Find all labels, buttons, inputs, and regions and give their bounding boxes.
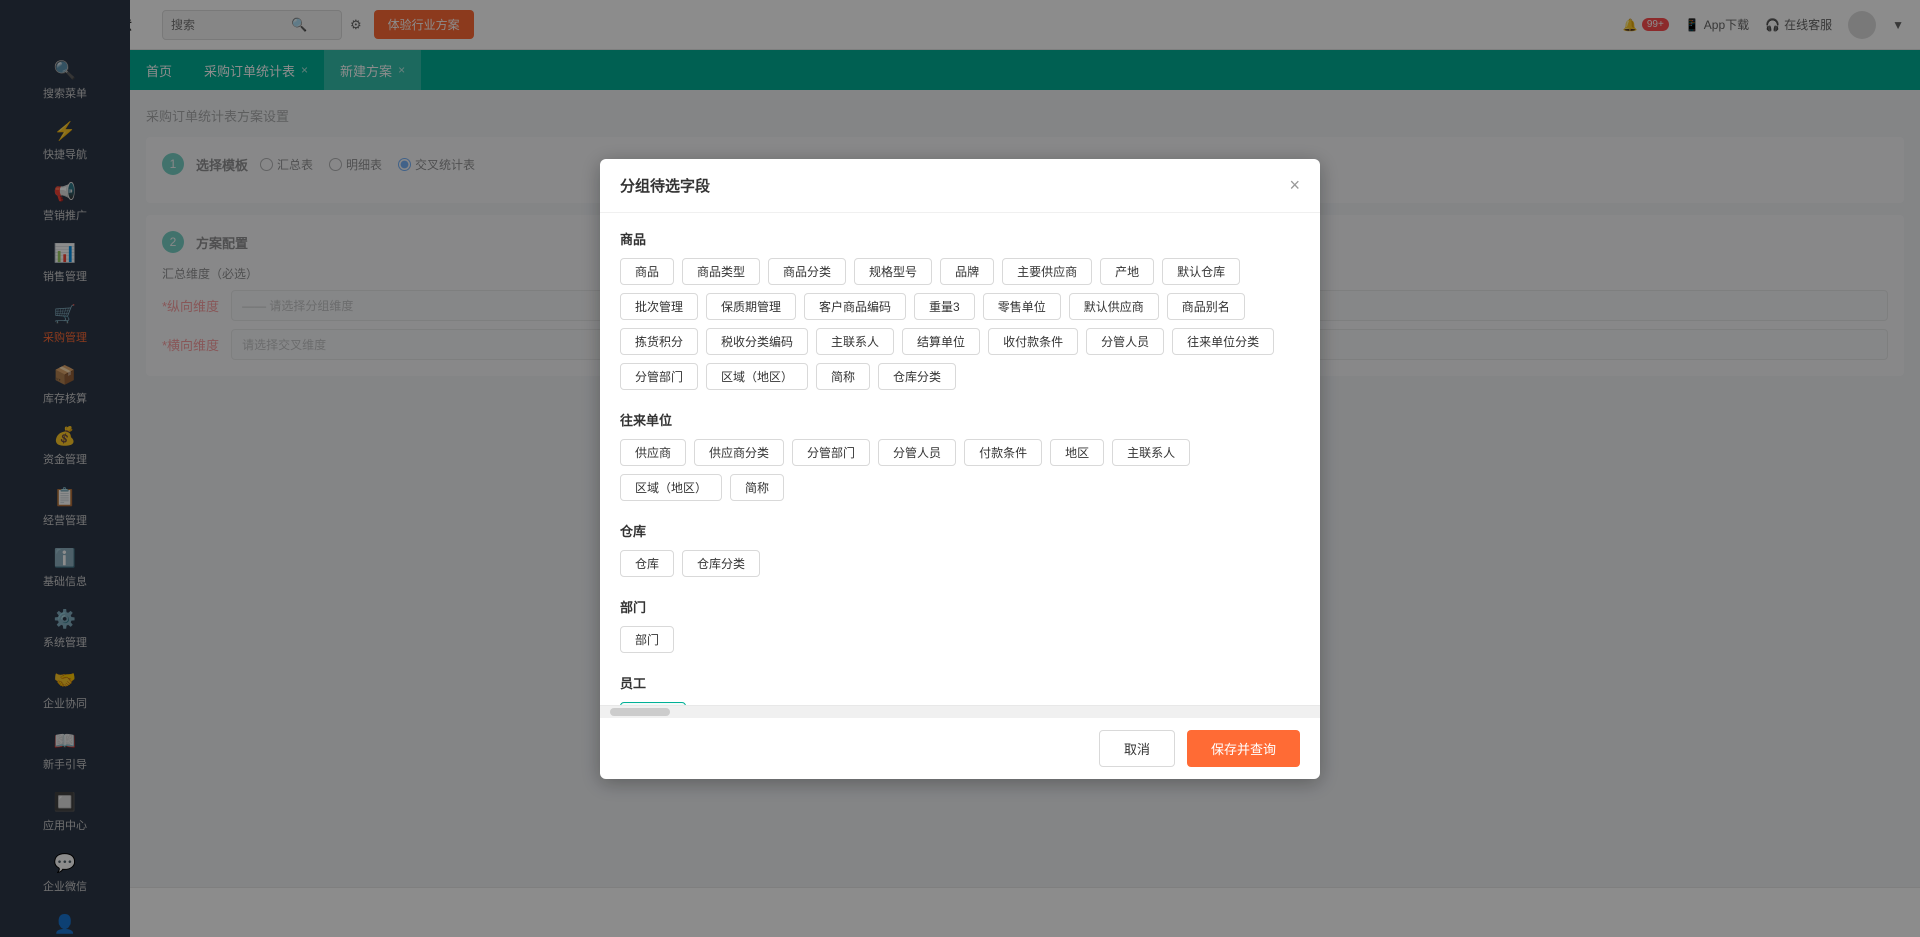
chip-product-5[interactable]: 主要供应商	[1002, 258, 1092, 285]
chip-product-0[interactable]: 商品	[620, 258, 674, 285]
chip-partner-0[interactable]: 供应商	[620, 439, 686, 466]
field-group-partner: 往来单位 供应商 供应商分类 分管部门 分管人员 付款条件 地区 主联系人 区域…	[620, 410, 1300, 501]
field-chips-department: 部门	[620, 626, 1300, 653]
chip-partner-7[interactable]: 区域（地区）	[620, 474, 722, 501]
modal-header: 分组待选字段 ×	[600, 159, 1320, 213]
chip-product-2[interactable]: 商品分类	[768, 258, 846, 285]
field-group-employee: 员工 业务员	[620, 673, 1300, 705]
field-chips-partner: 供应商 供应商分类 分管部门 分管人员 付款条件 地区 主联系人 区域（地区） …	[620, 439, 1300, 501]
field-chips-product: 商品 商品类型 商品分类 规格型号 品牌 主要供应商 产地 默认仓库 批次管理 …	[620, 258, 1300, 390]
field-group-product-title: 商品	[620, 229, 1300, 248]
modal-footer: 取消 保存并查询	[600, 717, 1320, 779]
modal-body: 商品 商品 商品类型 商品分类 规格型号 品牌 主要供应商 产地 默认仓库 批次…	[600, 213, 1320, 705]
chip-warehouse-1[interactable]: 仓库分类	[682, 550, 760, 577]
modal-close-button[interactable]: ×	[1289, 175, 1300, 196]
chip-product-22[interactable]: 分管部门	[620, 363, 698, 390]
chip-product-19[interactable]: 收付款条件	[988, 328, 1078, 355]
chip-product-14[interactable]: 商品别名	[1167, 293, 1245, 320]
chip-product-25[interactable]: 仓库分类	[878, 363, 956, 390]
modal-dialog: 分组待选字段 × 商品 商品 商品类型 商品分类 规格型号 品牌 主要供应商 产…	[600, 159, 1320, 779]
chip-partner-1[interactable]: 供应商分类	[694, 439, 784, 466]
chip-partner-5[interactable]: 地区	[1050, 439, 1104, 466]
chip-product-12[interactable]: 零售单位	[983, 293, 1061, 320]
chip-product-11[interactable]: 重量3	[914, 293, 975, 320]
field-chips-warehouse: 仓库 仓库分类	[620, 550, 1300, 577]
confirm-button[interactable]: 保存并查询	[1187, 730, 1300, 767]
chip-partner-6[interactable]: 主联系人	[1112, 439, 1190, 466]
chip-partner-8[interactable]: 简称	[730, 474, 784, 501]
chip-product-7[interactable]: 默认仓库	[1162, 258, 1240, 285]
chip-product-3[interactable]: 规格型号	[854, 258, 932, 285]
field-group-employee-title: 员工	[620, 673, 1300, 692]
chip-product-16[interactable]: 税收分类编码	[706, 328, 808, 355]
modal-title: 分组待选字段	[620, 175, 710, 196]
chip-warehouse-0[interactable]: 仓库	[620, 550, 674, 577]
chip-product-18[interactable]: 结算单位	[902, 328, 980, 355]
chip-product-4[interactable]: 品牌	[940, 258, 994, 285]
chip-department-0[interactable]: 部门	[620, 626, 674, 653]
chip-product-21[interactable]: 往来单位分类	[1172, 328, 1274, 355]
field-group-product: 商品 商品 商品类型 商品分类 规格型号 品牌 主要供应商 产地 默认仓库 批次…	[620, 229, 1300, 390]
chip-partner-2[interactable]: 分管部门	[792, 439, 870, 466]
chip-product-15[interactable]: 拣货积分	[620, 328, 698, 355]
chip-product-20[interactable]: 分管人员	[1086, 328, 1164, 355]
chip-product-17[interactable]: 主联系人	[816, 328, 894, 355]
chip-product-6[interactable]: 产地	[1100, 258, 1154, 285]
cancel-button[interactable]: 取消	[1099, 730, 1175, 767]
field-group-partner-title: 往来单位	[620, 410, 1300, 429]
field-group-warehouse: 仓库 仓库 仓库分类	[620, 521, 1300, 577]
modal-overlay[interactable]: 分组待选字段 × 商品 商品 商品类型 商品分类 规格型号 品牌 主要供应商 产…	[0, 0, 1920, 937]
chip-partner-4[interactable]: 付款条件	[964, 439, 1042, 466]
chip-product-13[interactable]: 默认供应商	[1069, 293, 1159, 320]
chip-product-1[interactable]: 商品类型	[682, 258, 760, 285]
field-group-department: 部门 部门	[620, 597, 1300, 653]
chip-product-10[interactable]: 客户商品编码	[804, 293, 906, 320]
modal-scrollbar-thumb	[610, 708, 670, 716]
field-group-department-title: 部门	[620, 597, 1300, 616]
field-group-warehouse-title: 仓库	[620, 521, 1300, 540]
chip-product-24[interactable]: 简称	[816, 363, 870, 390]
chip-product-23[interactable]: 区域（地区）	[706, 363, 808, 390]
chip-product-9[interactable]: 保质期管理	[706, 293, 796, 320]
chip-partner-3[interactable]: 分管人员	[878, 439, 956, 466]
chip-product-8[interactable]: 批次管理	[620, 293, 698, 320]
modal-horizontal-scrollbar[interactable]	[600, 705, 1320, 717]
